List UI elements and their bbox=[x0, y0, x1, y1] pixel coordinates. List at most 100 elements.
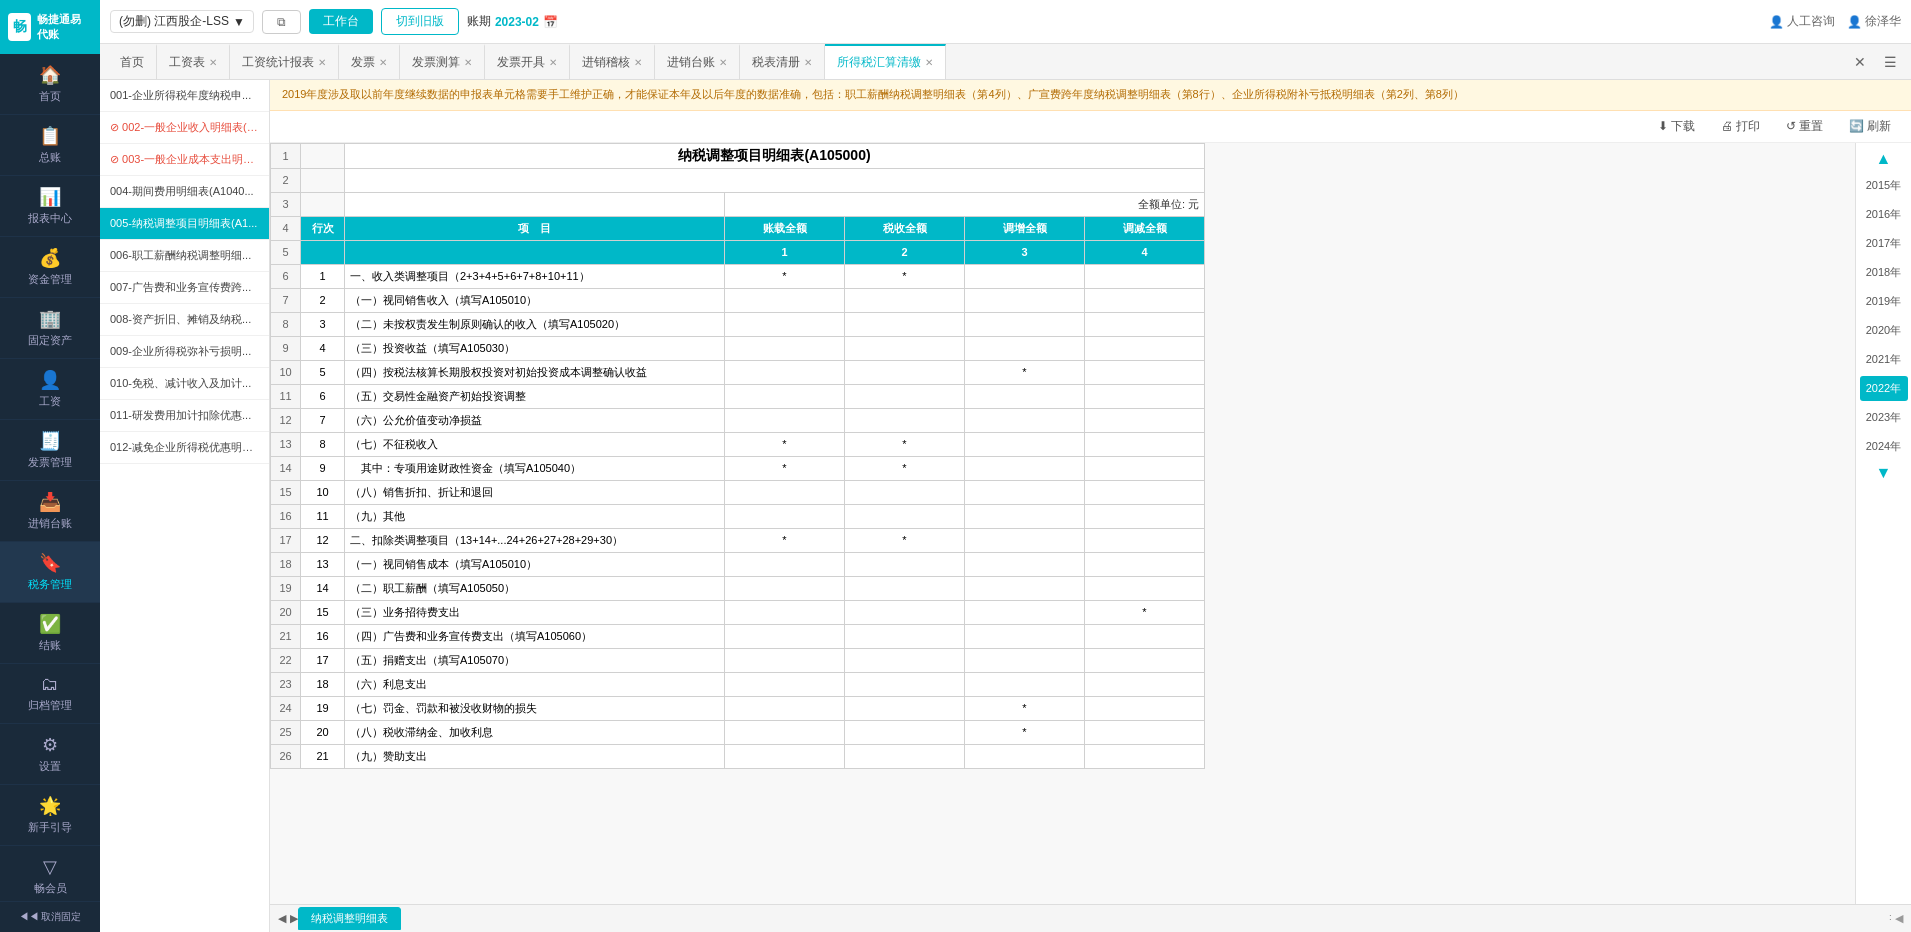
cell-d[interactable] bbox=[845, 408, 965, 432]
cell-f[interactable] bbox=[1085, 456, 1205, 480]
left-panel-item-009[interactable]: 009-企业所得税弥补亏损明... bbox=[100, 336, 269, 368]
cell-c[interactable] bbox=[725, 576, 845, 600]
cell-f[interactable] bbox=[1085, 552, 1205, 576]
cell-c[interactable] bbox=[725, 336, 845, 360]
tab-close-icon[interactable]: ✕ bbox=[464, 57, 472, 68]
cell-e[interactable] bbox=[965, 288, 1085, 312]
year-2024[interactable]: 2024年 bbox=[1860, 434, 1908, 459]
left-panel-item-004[interactable]: 004-期间费用明细表(A1040... bbox=[100, 176, 269, 208]
cell-f[interactable] bbox=[1085, 408, 1205, 432]
cell-e[interactable] bbox=[965, 648, 1085, 672]
cell-e[interactable] bbox=[965, 624, 1085, 648]
cell-c[interactable]: * bbox=[725, 264, 845, 288]
cell-e[interactable] bbox=[965, 408, 1085, 432]
user-avatar[interactable]: 👤 徐泽华 bbox=[1847, 13, 1901, 30]
cell-f[interactable] bbox=[1085, 624, 1205, 648]
cell-f[interactable] bbox=[1085, 384, 1205, 408]
cell-c[interactable] bbox=[725, 624, 845, 648]
cell-f[interactable] bbox=[1085, 672, 1205, 696]
cell-d[interactable] bbox=[845, 720, 965, 744]
cell-e[interactable] bbox=[965, 480, 1085, 504]
tab-close-icon[interactable]: ✕ bbox=[804, 57, 812, 68]
sidebar-item-member[interactable]: ▽ 畅会员 bbox=[0, 846, 100, 901]
left-panel-item-001[interactable]: 001-企业所得税年度纳税申... bbox=[100, 80, 269, 112]
cell-e[interactable]: * bbox=[965, 696, 1085, 720]
cell-e[interactable] bbox=[965, 432, 1085, 456]
item-desc[interactable]: （一）视同销售成本（填写A105010） bbox=[345, 552, 725, 576]
cell-c[interactable] bbox=[725, 288, 845, 312]
year-2015[interactable]: 2015年 bbox=[1860, 173, 1908, 198]
cell-f[interactable] bbox=[1085, 288, 1205, 312]
year-2016[interactable]: 2016年 bbox=[1860, 202, 1908, 227]
cell-f[interactable] bbox=[1085, 336, 1205, 360]
item-desc[interactable]: （八）销售折扣、折让和退回 bbox=[345, 480, 725, 504]
cell-d[interactable] bbox=[845, 744, 965, 768]
cell-d[interactable] bbox=[845, 384, 965, 408]
sidebar-item-ledger[interactable]: 📋 总账 bbox=[0, 115, 100, 176]
left-panel-item-010[interactable]: 010-免税、减计收入及加计... bbox=[100, 368, 269, 400]
left-panel-item-006[interactable]: 006-职工薪酬纳税调整明细... bbox=[100, 240, 269, 272]
sheet-scroll-area[interactable]: 1 纳税调整项目明细表(A105000) 2 3 bbox=[270, 143, 1855, 904]
tab-salary[interactable]: 工资表 ✕ bbox=[157, 44, 230, 79]
tab-close-icon[interactable]: ✕ bbox=[549, 57, 557, 68]
tab-tax-clear[interactable]: 税表清册 ✕ bbox=[740, 44, 825, 79]
company-selector[interactable]: (勿删) 江西股企-LSS ▼ bbox=[110, 10, 254, 33]
cell-c[interactable] bbox=[725, 696, 845, 720]
cell-e[interactable] bbox=[965, 744, 1085, 768]
cell-d[interactable]: * bbox=[845, 528, 965, 552]
workbench-btn[interactable]: 工作台 bbox=[309, 9, 373, 34]
tab-income-tax[interactable]: 所得税汇算清缴 ✕ bbox=[825, 44, 946, 79]
sidebar-item-reports[interactable]: 📊 报表中心 bbox=[0, 176, 100, 237]
next-sheet-btn[interactable]: ▶ bbox=[290, 912, 298, 925]
cell-e[interactable] bbox=[965, 312, 1085, 336]
cell-d[interactable] bbox=[845, 360, 965, 384]
sidebar-item-guide[interactable]: 🌟 新手引导 bbox=[0, 785, 100, 846]
cell-c[interactable] bbox=[725, 360, 845, 384]
cell-d[interactable]: * bbox=[845, 264, 965, 288]
left-panel-item-007[interactable]: 007-广告费和业务宣传费跨... bbox=[100, 272, 269, 304]
item-desc[interactable]: （六）利息支出 bbox=[345, 672, 725, 696]
cell-c[interactable] bbox=[725, 648, 845, 672]
cell-d[interactable] bbox=[845, 576, 965, 600]
cell-e[interactable] bbox=[965, 336, 1085, 360]
item-desc[interactable]: （四）广告费和业务宣传费支出（填写A105060） bbox=[345, 624, 725, 648]
cell-d[interactable] bbox=[845, 336, 965, 360]
item-desc[interactable]: （二）职工薪酬（填写A105050） bbox=[345, 576, 725, 600]
cell-f[interactable] bbox=[1085, 432, 1205, 456]
sidebar-item-settings[interactable]: ⚙ 设置 bbox=[0, 724, 100, 785]
sidebar-item-invoice[interactable]: 🧾 发票管理 bbox=[0, 420, 100, 481]
cell-f[interactable] bbox=[1085, 696, 1205, 720]
cell-e[interactable] bbox=[965, 264, 1085, 288]
cell-e[interactable] bbox=[965, 456, 1085, 480]
calendar-icon[interactable]: 📅 bbox=[543, 15, 558, 29]
cell-e[interactable]: * bbox=[965, 360, 1085, 384]
item-desc[interactable]: （七）不征税收入 bbox=[345, 432, 725, 456]
tab-import-ledger[interactable]: 进销台账 ✕ bbox=[655, 44, 740, 79]
tab-invoice-open[interactable]: 发票开具 ✕ bbox=[485, 44, 570, 79]
year-2023[interactable]: 2023年 bbox=[1860, 405, 1908, 430]
item-desc[interactable]: （三）业务招待费支出 bbox=[345, 600, 725, 624]
cell-d[interactable]: * bbox=[845, 432, 965, 456]
cell-d[interactable] bbox=[845, 480, 965, 504]
cell-e[interactable] bbox=[965, 504, 1085, 528]
cell-e[interactable] bbox=[965, 576, 1085, 600]
sidebar-item-home[interactable]: 🏠 首页 bbox=[0, 54, 100, 115]
left-panel-item-002[interactable]: ⊘ 002-一般企业收入明细表(A1... bbox=[100, 112, 269, 144]
item-desc[interactable]: （九）其他 bbox=[345, 504, 725, 528]
cell-f[interactable] bbox=[1085, 480, 1205, 504]
cell-d[interactable] bbox=[845, 288, 965, 312]
cell-c[interactable] bbox=[725, 720, 845, 744]
item-desc[interactable]: （二）未按权责发生制原则确认的收入（填写A105020） bbox=[345, 312, 725, 336]
year-2017[interactable]: 2017年 bbox=[1860, 231, 1908, 256]
close-all-btn[interactable]: ✕ bbox=[1848, 52, 1872, 72]
item-desc[interactable]: （三）投资收益（填写A105030） bbox=[345, 336, 725, 360]
cell-f[interactable]: * bbox=[1085, 600, 1205, 624]
cell-f[interactable] bbox=[1085, 264, 1205, 288]
tab-salary-report[interactable]: 工资统计报表 ✕ bbox=[230, 44, 339, 79]
cell-d[interactable] bbox=[845, 624, 965, 648]
cell-c[interactable]: * bbox=[725, 432, 845, 456]
sidebar-unpin[interactable]: ◀◀ 取消固定 bbox=[0, 901, 100, 932]
cell-e[interactable]: * bbox=[965, 720, 1085, 744]
cell-d[interactable]: * bbox=[845, 456, 965, 480]
left-panel-item-003[interactable]: ⊘ 003-一般企业成本支出明细... bbox=[100, 144, 269, 176]
